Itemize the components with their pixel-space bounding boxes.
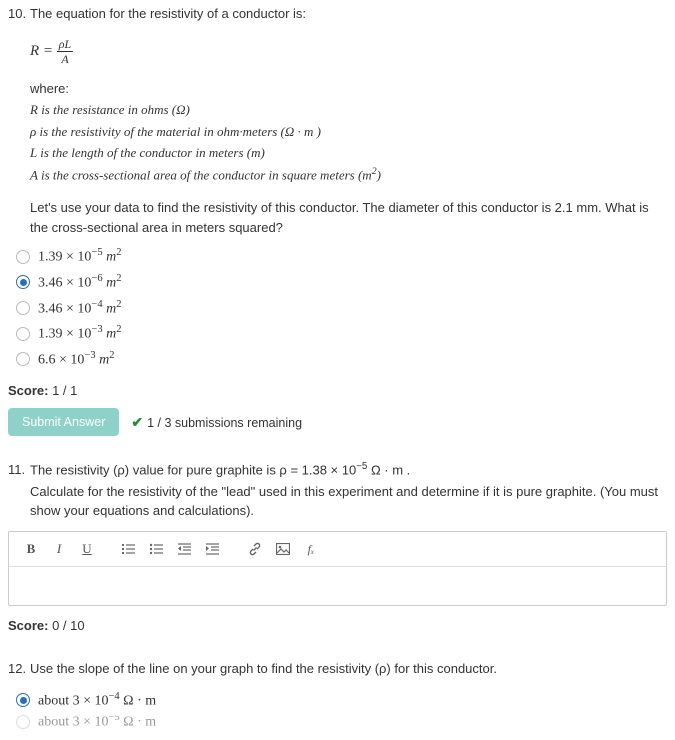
- where-rho: ρ is the resistivity of the material in …: [30, 122, 667, 142]
- where-definitions: where: R is the resistance in ohms (Ω) ρ…: [30, 79, 667, 185]
- question-11: 11. The resistivity (ρ) value for pure g…: [8, 460, 667, 635]
- where-A: A is the cross-sectional area of the con…: [30, 165, 667, 185]
- score-label: Score:: [8, 383, 48, 398]
- question-12: 12. Use the slope of the line on your gr…: [8, 659, 667, 728]
- formula-lhs: R: [30, 42, 39, 58]
- q10-option-4[interactable]: 1.39 × 10−3 m2: [16, 322, 667, 345]
- question-prompt: The resistivity (ρ) value for pure graph…: [30, 460, 667, 521]
- score-value: 0 / 10: [52, 618, 85, 633]
- where-L: L is the length of the conductor in mete…: [30, 143, 667, 163]
- option-label: about 3 × 10−5 Ω · m: [38, 715, 156, 729]
- rich-text-editor: B I U fₓ: [8, 531, 667, 606]
- option-label: 3.46 × 10−6 m2: [38, 271, 121, 294]
- indent-button[interactable]: [201, 538, 225, 560]
- radio-icon: [16, 715, 30, 729]
- radio-icon: [16, 327, 30, 341]
- editor-toolbar: B I U fₓ: [9, 532, 666, 567]
- q11-prompt-line2: Calculate for the resistivity of the "le…: [30, 482, 667, 521]
- editor-content-area[interactable]: [9, 567, 666, 605]
- outdent-button[interactable]: [173, 538, 197, 560]
- question-prompt: The equation for the resistivity of a co…: [30, 4, 667, 24]
- q12-option-2[interactable]: about 3 × 10−5 Ω · m: [16, 715, 667, 729]
- q10-submit-row: Submit Answer ✔1 / 3 submissions remaini…: [8, 408, 667, 436]
- unordered-list-button[interactable]: [145, 538, 169, 560]
- score-value: 1 / 1: [52, 383, 77, 398]
- question-10: 10. The equation for the resistivity of …: [8, 4, 667, 436]
- q12-header: 12. Use the slope of the line on your gr…: [8, 659, 667, 679]
- image-button[interactable]: [271, 538, 295, 560]
- radio-icon: [16, 301, 30, 315]
- formula-eq: =: [39, 42, 57, 58]
- option-label: 6.6 × 10−3 m2: [38, 348, 114, 371]
- q10-option-1[interactable]: 1.39 × 10−5 m2: [16, 245, 667, 268]
- submissions-remaining: ✔1 / 3 submissions remaining: [131, 412, 302, 433]
- q10-header: 10. The equation for the resistivity of …: [8, 4, 667, 24]
- question-prompt: Use the slope of the line on your graph …: [30, 659, 667, 679]
- option-label: 3.46 × 10−4 m2: [38, 297, 121, 320]
- option-label: 1.39 × 10−5 m2: [38, 245, 121, 268]
- radio-icon: [16, 275, 30, 289]
- formula-numerator: ρL: [57, 38, 73, 52]
- q11-score: Score: 0 / 10: [8, 616, 667, 636]
- radio-icon: [16, 693, 30, 707]
- submit-answer-button[interactable]: Submit Answer: [8, 408, 119, 436]
- question-number: 12.: [8, 659, 30, 679]
- q10-subprompt: Let's use your data to find the resistiv…: [30, 198, 667, 237]
- bold-button[interactable]: B: [19, 538, 43, 560]
- formula-denominator: A: [57, 52, 73, 65]
- score-label: Score:: [8, 618, 48, 633]
- q11-header: 11. The resistivity (ρ) value for pure g…: [8, 460, 667, 521]
- radio-icon: [16, 250, 30, 264]
- option-label: 1.39 × 10−3 m2: [38, 322, 121, 345]
- q12-options: about 3 × 10−4 Ω · m about 3 × 10−5 Ω · …: [8, 689, 667, 729]
- q10-options: 1.39 × 10−5 m2 3.46 × 10−6 m2 3.46 × 10−…: [8, 245, 667, 370]
- formula-fraction: ρLA: [57, 38, 73, 65]
- check-icon: ✔: [131, 414, 143, 430]
- q10-option-5[interactable]: 6.6 × 10−3 m2: [16, 348, 667, 371]
- q12-option-1[interactable]: about 3 × 10−4 Ω · m: [16, 689, 667, 712]
- question-number: 10.: [8, 4, 30, 24]
- radio-icon: [16, 352, 30, 366]
- q10-score: Score: 1 / 1: [8, 381, 667, 401]
- ordered-list-button[interactable]: [117, 538, 141, 560]
- resistivity-formula: R = ρLA: [30, 38, 667, 65]
- q10-option-2[interactable]: 3.46 × 10−6 m2: [16, 271, 667, 294]
- where-label: where:: [30, 79, 667, 99]
- underline-button[interactable]: U: [75, 538, 99, 560]
- equation-button[interactable]: fₓ: [299, 538, 323, 560]
- link-button[interactable]: [243, 538, 267, 560]
- option-label: about 3 × 10−4 Ω · m: [38, 689, 156, 712]
- italic-button[interactable]: I: [47, 538, 71, 560]
- question-number: 11.: [8, 460, 30, 480]
- q10-option-3[interactable]: 3.46 × 10−4 m2: [16, 297, 667, 320]
- where-R: R is the resistance in ohms (Ω): [30, 100, 667, 120]
